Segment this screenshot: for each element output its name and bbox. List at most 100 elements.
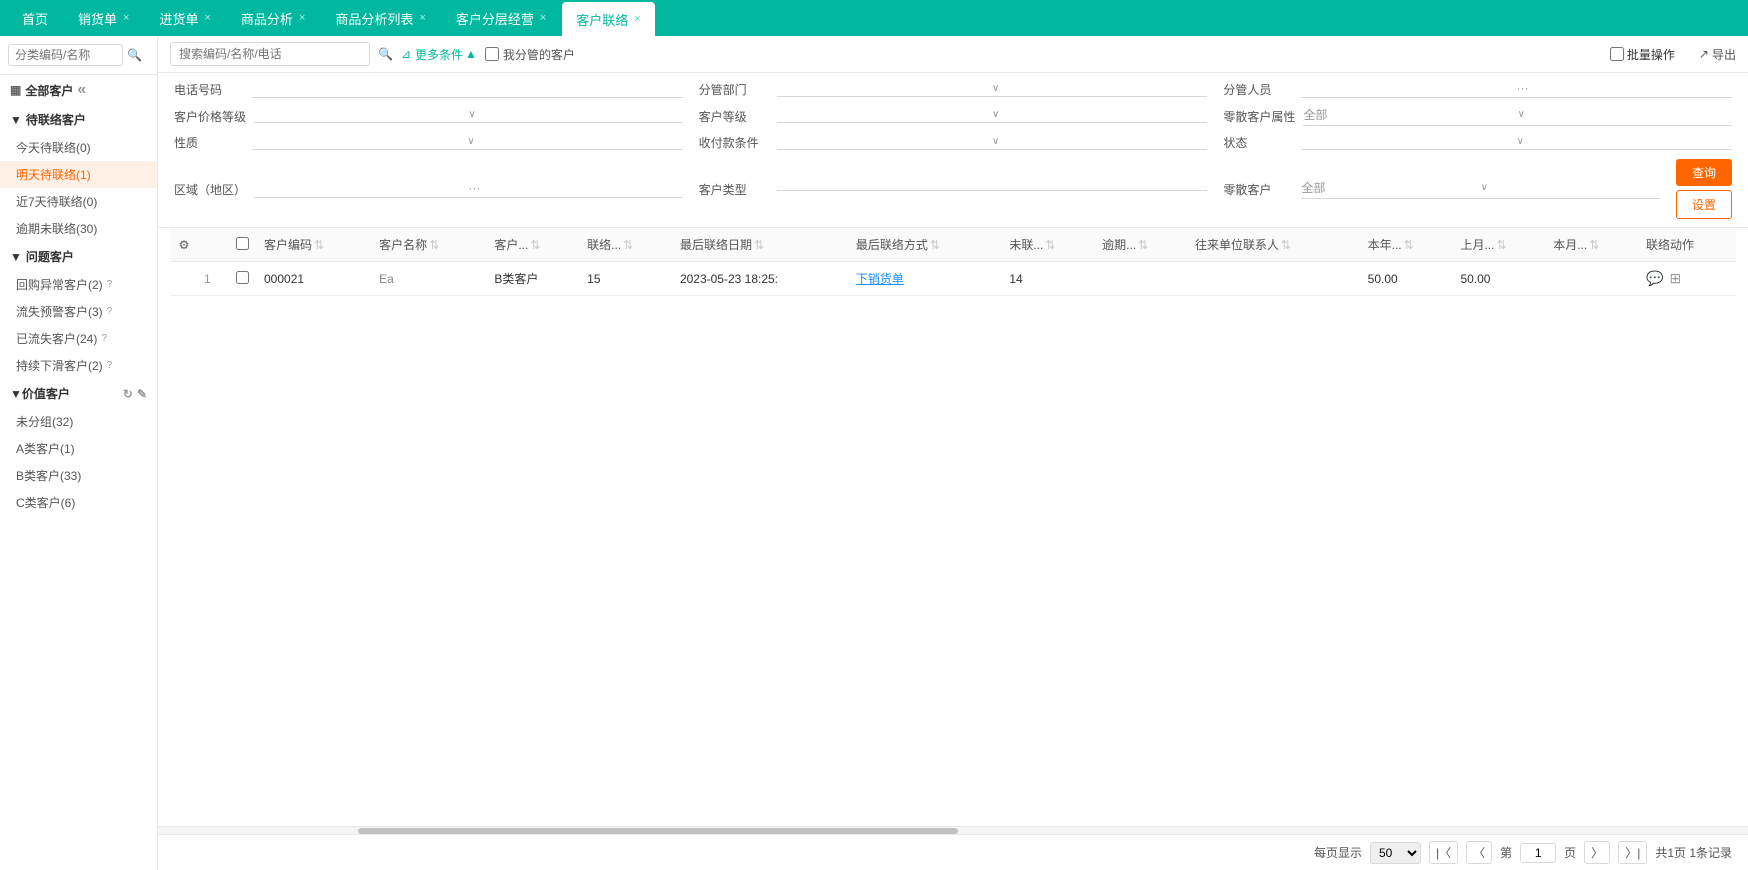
batch-ops-checkbox[interactable] [1610, 47, 1624, 61]
filter-gender-select[interactable]: ∨ [252, 136, 683, 150]
sidebar-item-churn-warning[interactable]: 流失预警客户(3) ? [0, 298, 157, 325]
select-all-checkbox[interactable] [236, 237, 249, 250]
col-code[interactable]: 客户编码⇅ [258, 228, 373, 262]
col-this-month[interactable]: 本月...⇅ [1547, 228, 1640, 262]
query-button[interactable]: 查询 [1676, 159, 1732, 186]
close-icon[interactable]: × [419, 12, 425, 24]
filter-status-select[interactable]: ∨ [1301, 136, 1732, 150]
prev-page-button[interactable]: 〈 [1466, 841, 1492, 864]
next-page-button[interactable]: 〉 [1584, 841, 1610, 864]
first-page-button[interactable]: |〈 [1429, 841, 1458, 864]
setting-button[interactable]: 设置 [1676, 190, 1732, 219]
total-records: 共1页 1条记录 [1655, 844, 1732, 861]
col-checkbox[interactable] [230, 228, 258, 262]
export-button[interactable]: ↗ 导出 [1699, 46, 1736, 63]
filter-phone-input[interactable] [252, 81, 683, 98]
help-icon[interactable]: ? [101, 333, 107, 344]
nav-item-3[interactable]: 商品分析列表 × [321, 0, 439, 36]
help-icon[interactable]: ? [107, 279, 113, 290]
nav-home[interactable]: 首页 [8, 0, 62, 36]
filter-payment-select[interactable]: ∨ [777, 136, 1208, 150]
filter-price-level-select[interactable]: ∨ [254, 109, 683, 123]
col-contact[interactable]: 联络...⇅ [581, 228, 674, 262]
filter-zero-retail-select[interactable]: 全部 ∨ [1301, 179, 1660, 199]
col-name[interactable]: 客户名称⇅ [373, 228, 488, 262]
scrollbar-area[interactable] [158, 826, 1748, 834]
last-page-button[interactable]: 〉| [1618, 841, 1647, 864]
close-icon[interactable]: × [299, 12, 305, 24]
sidebar-item-repurchase[interactable]: 回购异常客户(2) ? [0, 271, 157, 298]
advanced-filter-panel: 电话号码 分管部门 ∨ 分管人员 ··· [158, 73, 1748, 228]
col-unit-contact[interactable]: 往来单位联系人⇅ [1189, 228, 1362, 262]
batch-ops-checkbox-area[interactable]: 批量操作 [1610, 46, 1675, 63]
col-type[interactable]: 客户...⇅ [488, 228, 581, 262]
col-last-method[interactable]: 最后联络方式⇅ [850, 228, 1004, 262]
sidebar-problem-header[interactable]: ▼ 问题客户 [0, 242, 157, 271]
col-this-year[interactable]: 本年...⇅ [1362, 228, 1455, 262]
sort-icon: ⇅ [1045, 238, 1055, 252]
my-customers-checkbox[interactable] [485, 47, 499, 61]
collapse-icon[interactable]: « [77, 81, 86, 99]
close-icon[interactable]: × [123, 12, 129, 24]
edit-icon[interactable]: ✎ [137, 387, 147, 401]
more-conditions-button[interactable]: ⊿ 更多条件 ▲ [401, 46, 477, 63]
sidebar-item-a-class[interactable]: A类客户(1) [0, 435, 157, 462]
sidebar-item-churned[interactable]: 已流失客户(24) ? [0, 325, 157, 352]
sidebar-search-input[interactable] [8, 44, 123, 66]
close-icon[interactable]: × [634, 13, 640, 25]
help-icon[interactable]: ? [107, 360, 113, 371]
scrollbar-thumb[interactable] [358, 828, 958, 834]
filter-bar: 🔍 ⊿ 更多条件 ▲ 我分管的客户 批量操作 ↗ 导出 [158, 36, 1748, 73]
help-icon[interactable]: ? [107, 306, 113, 317]
sidebar-pending-header[interactable]: ▼ 待联络客户 [0, 105, 157, 134]
filter-search-input[interactable] [170, 42, 370, 66]
filter-zero-retail-attr-select[interactable]: 全部 ∨ [1303, 106, 1732, 126]
my-customers-filter[interactable]: 我分管的客户 [485, 46, 575, 63]
sidebar-item-c-class[interactable]: C类客户(6) [0, 489, 157, 516]
sidebar-item-b-class[interactable]: B类客户(33) [0, 462, 157, 489]
sort-icon: ⇅ [314, 238, 324, 252]
close-icon[interactable]: × [204, 12, 210, 24]
filter-search-button[interactable]: 🔍 [378, 47, 393, 61]
more-icon[interactable]: ··· [1517, 81, 1732, 95]
sidebar-item-overdue[interactable]: 逾期未联络(30) [0, 215, 157, 242]
filter-customer-type-select[interactable] [777, 188, 1208, 191]
row-name[interactable]: Ea [373, 262, 488, 296]
filter-region-select[interactable]: ··· [254, 181, 683, 198]
sidebar-item-7days[interactable]: 近7天待联络(0) [0, 188, 157, 215]
arrow-down-icon: ▼ [10, 250, 22, 264]
more-icon[interactable]: ··· [468, 181, 682, 195]
filter-dept-select[interactable]: ∨ [777, 83, 1208, 97]
nav-item-0[interactable]: 销货单 × [64, 0, 143, 36]
page-input[interactable] [1520, 843, 1556, 863]
row-unit-contact [1189, 262, 1362, 296]
col-last-date[interactable]: 最后联络日期⇅ [674, 228, 850, 262]
refresh-icon[interactable]: ↻ [123, 387, 133, 401]
nav-item-4[interactable]: 客户分层经营 × [442, 0, 560, 36]
row-checkbox[interactable] [230, 262, 258, 296]
close-icon[interactable]: × [540, 12, 546, 24]
nav-item-1[interactable]: 进货单 × [145, 0, 224, 36]
nav-item-2[interactable]: 商品分析 × [227, 0, 319, 36]
qr-icon[interactable]: ⊞ [1669, 270, 1681, 287]
col-last-month[interactable]: 上月...⇅ [1454, 228, 1547, 262]
row-last-method[interactable]: 下销货单 [850, 262, 1004, 296]
sidebar-item-tomorrow[interactable]: 明天待联络(1) [0, 161, 157, 188]
sidebar-search-icon[interactable]: 🔍 [127, 48, 142, 62]
sidebar-item-declining[interactable]: 持续下滑客户(2) ? [0, 352, 157, 379]
phone-input[interactable] [252, 81, 683, 95]
sidebar-item-ungrouped[interactable]: 未分组(32) [0, 408, 157, 435]
filter-customer-level-select[interactable]: ∨ [777, 109, 1208, 123]
table-body: 1 000021 Ea B类客户 15 2023-05-23 18:25: 下销… [170, 262, 1736, 296]
sidebar-all-customers[interactable]: ▦ 全部客户 « [0, 75, 157, 105]
page-size-select[interactable]: 50 100 200 [1370, 842, 1421, 864]
filter-manager-select[interactable]: ··· [1301, 81, 1732, 98]
col-overdue[interactable]: 逾期...⇅ [1096, 228, 1189, 262]
row-select-checkbox[interactable] [236, 271, 249, 284]
sort-icon: ⇅ [1404, 238, 1414, 252]
message-icon[interactable]: 💬 [1646, 270, 1663, 287]
sidebar-item-today[interactable]: 今天待联络(0) [0, 134, 157, 161]
nav-item-5[interactable]: 客户联络 × [562, 2, 654, 36]
col-no-contact[interactable]: 未联...⇅ [1003, 228, 1096, 262]
col-settings[interactable]: ⚙ [170, 228, 198, 262]
